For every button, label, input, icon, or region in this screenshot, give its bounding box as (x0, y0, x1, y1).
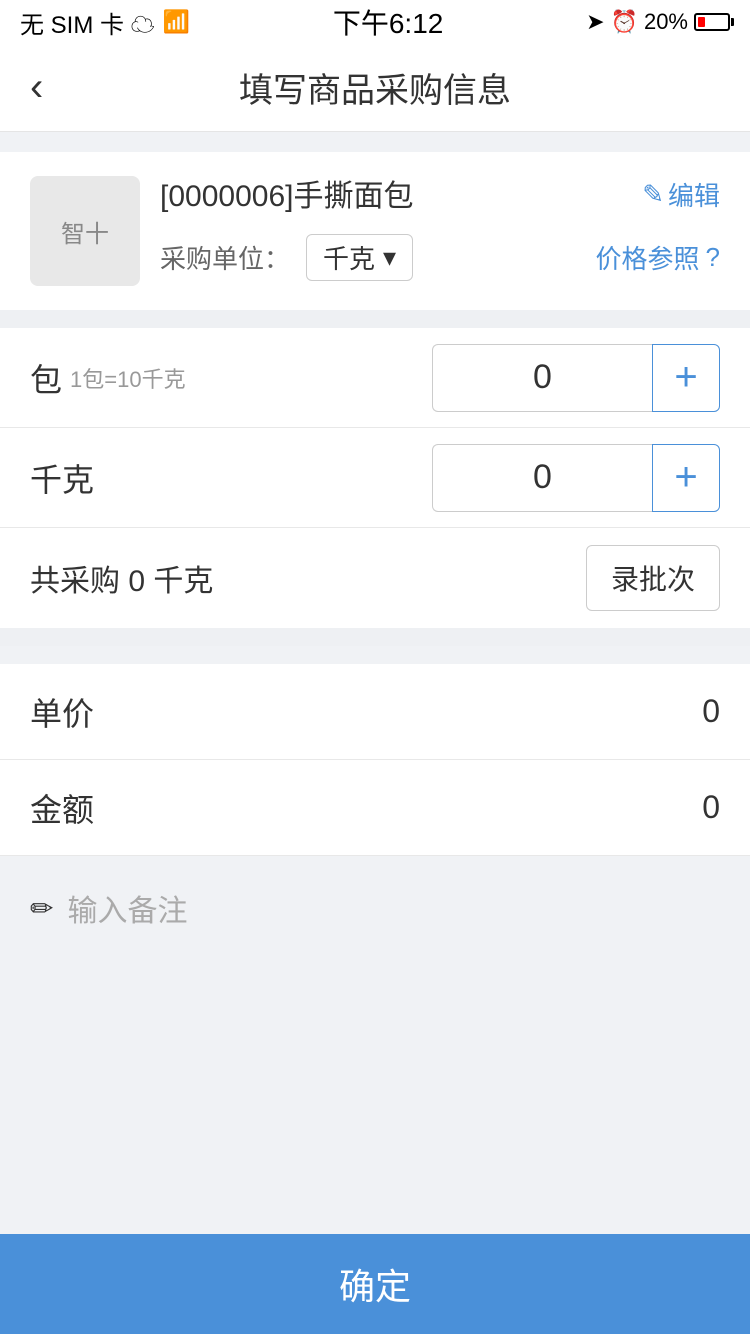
edit-label: 编辑 (668, 176, 720, 213)
purchase-unit-row: 采购单位： 千克 ▾ 价格参照 ? (160, 234, 720, 281)
page-title: 填写商品采购信息 (239, 63, 511, 112)
alarm-icon: ⏰ (611, 9, 638, 35)
battery-percent: 20% (644, 9, 688, 35)
confirm-button[interactable]: 确定 (0, 1234, 750, 1334)
location-icon: ➤ (586, 9, 604, 35)
status-right: ➤ ⏰ 20% (586, 9, 730, 35)
pack-input-wrap: 0 + (432, 344, 720, 412)
kg-value: 0 (533, 458, 552, 497)
price-value: 0 (702, 693, 720, 730)
product-header: [0000006]手撕面包 ✎ 编辑 (160, 176, 720, 218)
input-section: 包 1包=10千克 0 + 千克 0 + (0, 328, 750, 528)
total-text: 共采购 0 千克 (30, 556, 213, 600)
wifi-icon: 📶 (163, 9, 190, 35)
product-name: [0000006]手撕面包 (160, 176, 413, 218)
sim-label: 无 SIM 卡 ☁ (20, 5, 155, 40)
amount-row: 金额 0 (0, 760, 750, 856)
content-spacer (0, 958, 750, 1258)
pencil-icon: ✏ (30, 892, 53, 925)
purchase-unit-label: 采购单位： (160, 239, 290, 276)
amount-label: 金额 (30, 785, 94, 831)
pack-input-row: 包 1包=10千克 0 + (0, 328, 750, 428)
pack-plus-button[interactable]: + (652, 344, 720, 412)
unit-select[interactable]: 千克 ▾ (306, 234, 413, 281)
edit-button[interactable]: ✎ 编辑 (642, 176, 720, 213)
battery-icon (694, 13, 730, 31)
kg-label: 千克 (30, 455, 94, 501)
pack-input-field[interactable]: 0 (432, 344, 652, 412)
nav-bar: ‹ 填写商品采购信息 (0, 44, 750, 132)
status-left: 无 SIM 卡 ☁ 📶 (20, 5, 190, 40)
price-label: 单价 (30, 689, 94, 735)
status-bar: 无 SIM 卡 ☁ 📶 下午6:12 ➤ ⏰ 20% (0, 0, 750, 44)
price-ref-label: 价格参照 (596, 239, 700, 276)
edit-icon: ✎ (642, 179, 664, 210)
section-divider-1 (0, 310, 750, 328)
back-button[interactable]: ‹ (30, 65, 90, 110)
price-amount-section: 单价 0 金额 0 (0, 664, 750, 856)
pack-label: 包 (30, 355, 62, 401)
amount-value: 0 (702, 789, 720, 826)
kg-input-field[interactable]: 0 (432, 444, 652, 512)
price-ref-button[interactable]: 价格参照 ? (596, 239, 720, 276)
section-divider-2 (0, 628, 750, 646)
unit-value: 千克 (323, 239, 375, 276)
note-section[interactable]: ✏ 输入备注 (0, 858, 750, 958)
pack-sublabel: 1包=10千克 (70, 362, 186, 394)
kg-input-row: 千克 0 + (0, 428, 750, 528)
total-row: 共采购 0 千克 录批次 (0, 528, 750, 628)
note-placeholder: 输入备注 (67, 886, 187, 930)
pack-value: 0 (533, 358, 552, 397)
chevron-down-icon: ▾ (383, 242, 396, 273)
price-row: 单价 0 (0, 664, 750, 760)
product-image: 智十 (30, 176, 140, 286)
kg-plus-button[interactable]: + (652, 444, 720, 512)
product-info: [0000006]手撕面包 ✎ 编辑 采购单位： 千克 ▾ 价格参照 ? (160, 176, 720, 281)
product-logo: 智十 (61, 214, 109, 249)
info-icon: ? (706, 242, 720, 273)
kg-input-wrap: 0 + (432, 444, 720, 512)
record-batch-button[interactable]: 录批次 (586, 545, 720, 611)
status-time: 下午6:12 (333, 2, 444, 42)
product-card: 智十 [0000006]手撕面包 ✎ 编辑 采购单位： 千克 ▾ 价格参照 ? (0, 152, 750, 310)
